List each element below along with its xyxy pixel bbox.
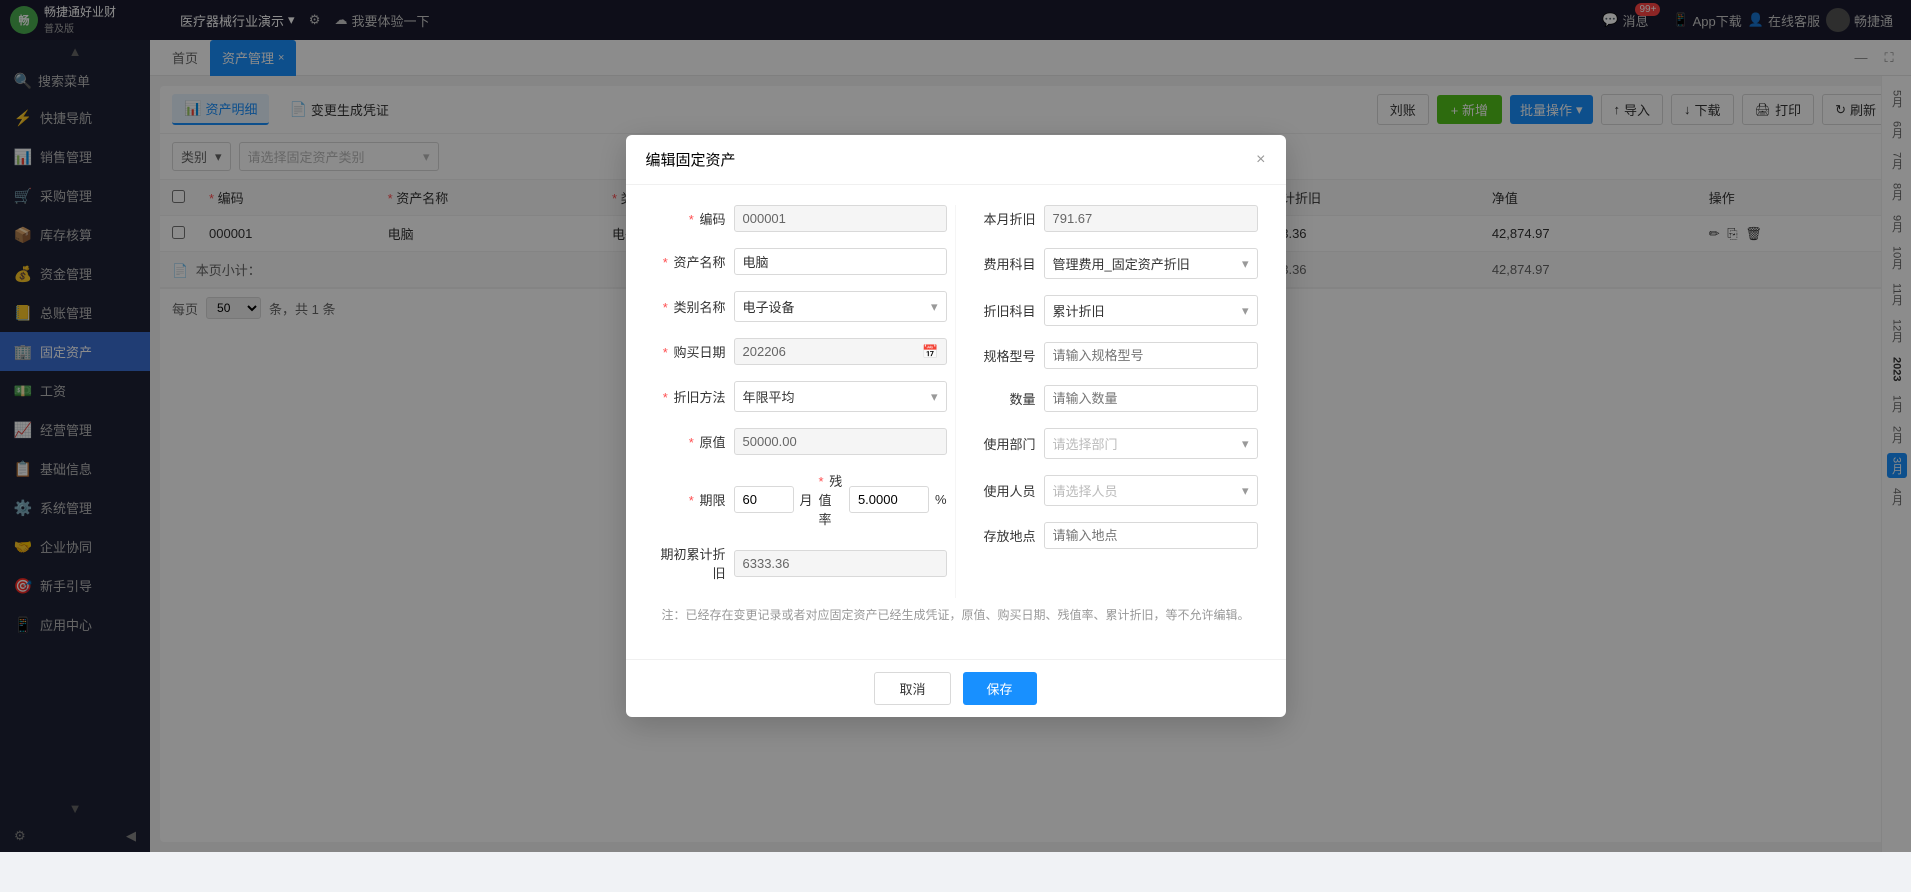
chevron-down-icon: ▾ <box>931 389 938 405</box>
save-button[interactable]: 保存 <box>963 672 1037 705</box>
edit-asset-modal: 编辑固定资产 × * 编码 * 资产 <box>626 135 1286 717</box>
expense-subject-label: 费用科目 <box>964 254 1044 273</box>
depr-subject-value: 累计折旧 <box>1053 301 1105 320</box>
period-label: * 期限 <box>654 490 734 509</box>
field-depr-subject: 折旧科目 累计折旧 ▾ <box>956 295 1266 326</box>
residual-rate-label: * 残值率 <box>819 471 843 528</box>
period-input <box>734 486 794 513</box>
field-quantity: 数量 <box>956 385 1266 412</box>
expense-subject-select[interactable]: 管理费用_固定资产折旧 ▾ <box>1044 248 1258 279</box>
monthly-depr-label: 本月折旧 <box>964 209 1044 228</box>
depr-subject-select[interactable]: 累计折旧 ▾ <box>1044 295 1258 326</box>
dept-select[interactable]: 请选择部门 ▾ <box>1044 428 1258 459</box>
purchase-date-field: 📅 <box>734 338 947 365</box>
field-category: * 类别名称 电子设备 ▾ <box>646 291 955 322</box>
user-label: 使用人员 <box>964 481 1044 500</box>
expense-subject-value: 管理费用_固定资产折旧 <box>1053 254 1190 273</box>
field-depr-method: * 折旧方法 年限平均 ▾ <box>646 381 955 412</box>
asset-name-label: * 资产名称 <box>654 252 734 271</box>
initial-depr-label: 期初累计折旧 <box>654 544 734 582</box>
field-initial-depr: 期初累计折旧 <box>646 544 955 582</box>
user-placeholder: 请选择人员 <box>1053 481 1118 500</box>
period-inline: 月 * 残值率 % <box>734 471 947 528</box>
chevron-down-icon: ▾ <box>1242 303 1249 319</box>
field-asset-name: * 资产名称 <box>646 248 955 275</box>
cancel-button[interactable]: 取消 <box>874 672 950 705</box>
form-left-col: * 编码 * 资产名称 * <box>646 205 956 598</box>
monthly-depr-input <box>1044 205 1258 232</box>
field-monthly-depr: 本月折旧 <box>956 205 1266 232</box>
dept-label: 使用部门 <box>964 434 1044 453</box>
field-dept: 使用部门 请选择部门 ▾ <box>956 428 1266 459</box>
modal-header: 编辑固定资产 × <box>626 135 1286 185</box>
purchase-date-input <box>734 338 947 365</box>
calendar-icon[interactable]: 📅 <box>922 344 938 360</box>
code-label: * 编码 <box>654 209 734 228</box>
modal-close-button[interactable]: × <box>1256 151 1265 169</box>
residual-rate-unit: % <box>935 492 947 507</box>
category-value: 电子设备 <box>743 297 795 316</box>
original-value-label: * 原值 <box>654 432 734 451</box>
depr-method-value: 年限平均 <box>743 387 795 406</box>
asset-name-input[interactable] <box>734 248 947 275</box>
quantity-input[interactable] <box>1044 385 1258 412</box>
spec-input[interactable] <box>1044 342 1258 369</box>
chevron-down-icon: ▾ <box>1242 436 1249 452</box>
field-period: * 期限 月 * 残值率 % <box>646 471 955 528</box>
field-user: 使用人员 请选择人员 ▾ <box>956 475 1266 506</box>
code-input <box>734 205 947 232</box>
category-select[interactable]: 电子设备 ▾ <box>734 291 947 322</box>
original-value-input <box>734 428 947 455</box>
modal-body: * 编码 * 资产名称 * <box>626 185 1286 659</box>
modal-note: 注：已经存在变更记录或者对应固定资产已经生成凭证，原值、购买日期、残值率、累计折… <box>646 598 1266 639</box>
category-label: * 类别名称 <box>654 297 734 316</box>
field-purchase-date: * 购买日期 📅 <box>646 338 955 365</box>
modal-overlay: 编辑固定资产 × * 编码 * 资产 <box>0 0 1911 852</box>
field-location: 存放地点 <box>956 522 1266 549</box>
dept-placeholder: 请选择部门 <box>1053 434 1118 453</box>
purchase-date-label: * 购买日期 <box>654 342 734 361</box>
chevron-down-icon: ▾ <box>931 299 938 315</box>
field-expense-subject: 费用科目 管理费用_固定资产折旧 ▾ <box>956 248 1266 279</box>
field-spec: 规格型号 <box>956 342 1266 369</box>
depr-subject-label: 折旧科目 <box>964 301 1044 320</box>
modal-form: * 编码 * 资产名称 * <box>646 205 1266 598</box>
residual-rate-input <box>849 486 929 513</box>
chevron-down-icon: ▾ <box>1242 483 1249 499</box>
user-select[interactable]: 请选择人员 ▾ <box>1044 475 1258 506</box>
depr-method-label: * 折旧方法 <box>654 387 734 406</box>
modal-title: 编辑固定资产 <box>646 149 736 170</box>
chevron-down-icon: ▾ <box>1242 256 1249 272</box>
location-label: 存放地点 <box>964 526 1044 545</box>
location-input[interactable] <box>1044 522 1258 549</box>
spec-label: 规格型号 <box>964 346 1044 365</box>
field-code: * 编码 <box>646 205 955 232</box>
field-original-value: * 原值 <box>646 428 955 455</box>
modal-footer: 取消 保存 <box>626 659 1286 717</box>
initial-depr-input <box>734 550 947 577</box>
quantity-label: 数量 <box>964 389 1044 408</box>
depr-method-select[interactable]: 年限平均 ▾ <box>734 381 947 412</box>
period-unit-label: 月 <box>800 490 813 509</box>
form-right-col: 本月折旧 费用科目 管理费用_固定资产折旧 ▾ <box>956 205 1266 598</box>
